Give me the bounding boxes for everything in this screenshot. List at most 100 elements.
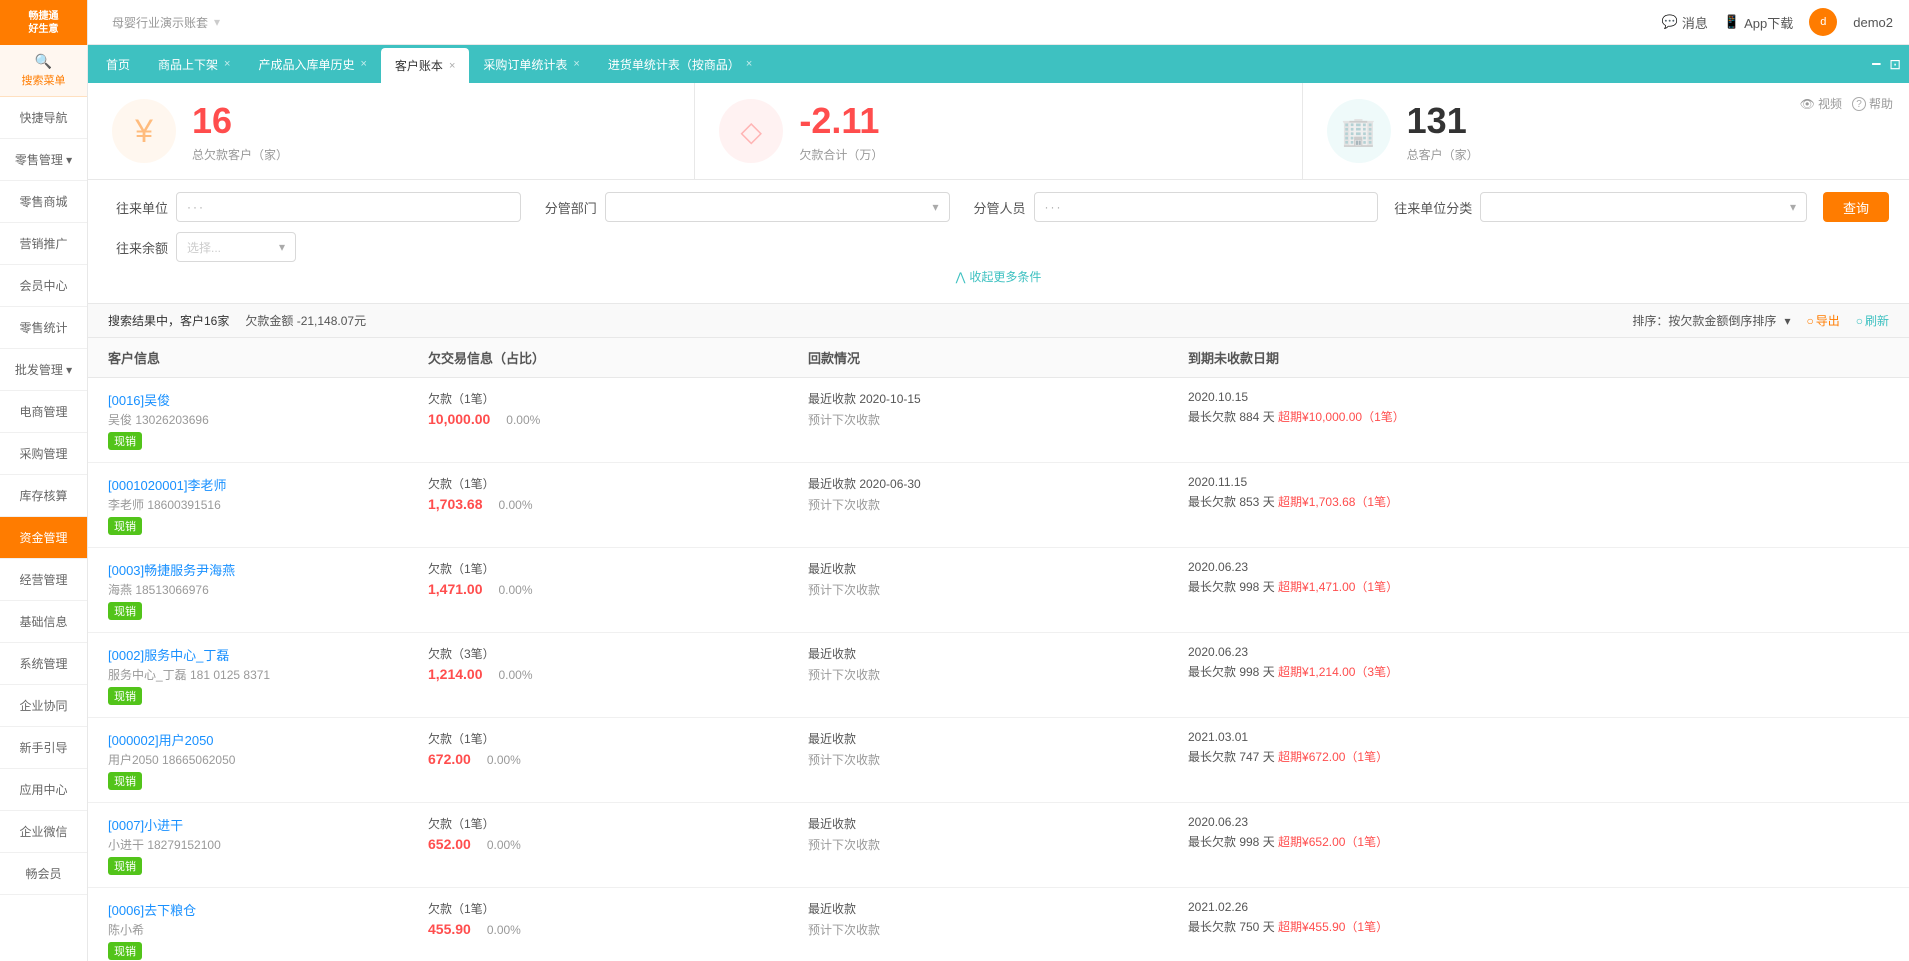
customer-name-link[interactable]: [000002]用户2050 bbox=[108, 730, 428, 749]
sidebar-item-operations[interactable]: 经营管理 bbox=[0, 559, 87, 601]
balance-label: 往来余额 bbox=[108, 238, 168, 257]
tab-home[interactable]: 首页 bbox=[92, 45, 144, 83]
sidebar-item-ecommerce[interactable]: 电商管理 bbox=[0, 391, 87, 433]
overdue-link[interactable]: 超期¥652.00（1笔） bbox=[1278, 835, 1388, 849]
overdue-link[interactable]: 超期¥455.90（1笔） bbox=[1278, 920, 1388, 934]
debt-info-cell: 欠款（1笔） 10,000.00 0.00% bbox=[428, 390, 808, 427]
debt-amount: 1,214.00 bbox=[428, 666, 483, 682]
close-icon[interactable]: × bbox=[573, 58, 579, 70]
customer-sub: 海燕 18513066976 bbox=[108, 581, 428, 598]
sidebar-item-quick[interactable]: 快捷导航 bbox=[0, 97, 87, 139]
app-download-button[interactable]: 📱 App下载 bbox=[1724, 13, 1793, 32]
sidebar-item-newbie[interactable]: 新手引导 bbox=[0, 727, 87, 769]
export-button[interactable]: ○ 导出 bbox=[1806, 312, 1839, 329]
sidebar-item-purchase[interactable]: 采购管理 bbox=[0, 433, 87, 475]
overdue-days: 最长欠款 747 天 bbox=[1188, 750, 1275, 764]
collapse-button[interactable]: ⋀ 收起更多条件 bbox=[108, 262, 1889, 291]
filter-row-2: 往来余额 选择... ▾ bbox=[108, 232, 1889, 262]
debt-amount-label: 欠款合计（万） bbox=[799, 146, 883, 163]
overdue-link[interactable]: 超期¥10,000.00（1笔） bbox=[1278, 410, 1405, 424]
customer-sub: 小进干 18279152100 bbox=[108, 836, 428, 853]
sidebar-item-marketing[interactable]: 营销推广 bbox=[0, 223, 87, 265]
window-maximize-icon[interactable]: ⊡ bbox=[1889, 56, 1901, 73]
sidebar-item-member[interactable]: 会员中心 bbox=[0, 265, 87, 307]
tab-customer-account[interactable]: 客户账本 × bbox=[381, 48, 469, 83]
sidebar-item-wechat[interactable]: 企业微信 bbox=[0, 811, 87, 853]
recovery-cell: 最近收款 预计下次收款 bbox=[808, 560, 1188, 598]
sort-arrow-icon: ▾ bbox=[1784, 314, 1790, 328]
sidebar-item-enterprise[interactable]: 企业协同 bbox=[0, 685, 87, 727]
sidebar-item-system[interactable]: 系统管理 bbox=[0, 643, 87, 685]
sidebar-item-retail-mgmt[interactable]: 零售管理 ▾ bbox=[0, 139, 87, 181]
sidebar-item-label: 资金管理 bbox=[6, 529, 81, 546]
stats-row: ¥ 16 总欠款客户（家） ◇ -2.11 欠款合计（万） 🏢 bbox=[88, 83, 1909, 180]
sidebar-item-member-plus[interactable]: 畅会员 bbox=[0, 853, 87, 895]
tab-production[interactable]: 产成品入库单历史 × bbox=[244, 45, 380, 83]
close-icon[interactable]: × bbox=[449, 60, 455, 72]
video-help-button[interactable]: 👁 视频 bbox=[1800, 95, 1842, 112]
sidebar-item-label: 采购管理 bbox=[6, 445, 81, 462]
overdue-link[interactable]: 超期¥672.00（1笔） bbox=[1278, 750, 1388, 764]
table-row: [0002]服务中心_丁磊 服务中心_丁磊 181 0125 8371 现销 欠… bbox=[88, 633, 1909, 718]
overdue-link[interactable]: 超期¥1,703.68（1笔） bbox=[1278, 495, 1398, 509]
tab-purchase-orders-label: 采购订单统计表 bbox=[483, 56, 567, 73]
close-icon[interactable]: × bbox=[360, 58, 366, 70]
tab-purchase-orders[interactable]: 采购订单统计表 × bbox=[469, 45, 593, 83]
avatar[interactable]: d bbox=[1809, 8, 1837, 36]
table-row: [0001020001]李老师 李老师 18600391516 现销 欠款（1笔… bbox=[88, 463, 1909, 548]
username: demo2 bbox=[1853, 15, 1893, 30]
sidebar-item-warehouse[interactable]: 库存核算 bbox=[0, 475, 87, 517]
customer-tag: 现销 bbox=[108, 602, 142, 620]
overdue-link[interactable]: 超期¥1,214.00（3笔） bbox=[1278, 665, 1398, 679]
close-icon[interactable]: × bbox=[224, 58, 230, 70]
close-icon[interactable]: × bbox=[746, 58, 752, 70]
customer-name-link[interactable]: [0007]小进干 bbox=[108, 815, 428, 834]
result-info-row: 搜索结果中，客户16家 欠款金额 -21,148.07元 排序：按欠款金额倒序排… bbox=[88, 304, 1909, 338]
sidebar-item-label: 会员中心 bbox=[6, 277, 81, 294]
customer-name-link[interactable]: [0003]畅捷服务尹海燕 bbox=[108, 560, 428, 579]
customer-name-link[interactable]: [0001020001]李老师 bbox=[108, 475, 428, 494]
tabs-bar: 首页 商品上下架 × 产成品入库单历史 × 客户账本 × 采购订单统计表 × 进… bbox=[88, 45, 1909, 83]
sort-select[interactable]: 排序：按欠款金额倒序排序 ▾ bbox=[1632, 312, 1790, 329]
sidebar-item-finance[interactable]: 资金管理 bbox=[0, 517, 87, 559]
customer-tag: 现销 bbox=[108, 517, 142, 535]
sidebar-item-label: 新手引导 bbox=[6, 739, 81, 756]
due-date-cell: 2021.02.26 最长欠款 750 天 超期¥455.90（1笔） bbox=[1188, 900, 1889, 935]
due-date-cell: 2020.06.23 最长欠款 998 天 超期¥1,214.00（3笔） bbox=[1188, 645, 1889, 680]
sidebar-item-label: 企业微信 bbox=[6, 823, 81, 840]
search-menu-button[interactable]: 🔍 搜索菜单 bbox=[0, 45, 87, 97]
sidebar-item-basic-info[interactable]: 基础信息 bbox=[0, 601, 87, 643]
debt-amount: 652.00 bbox=[428, 836, 471, 852]
customer-name-link[interactable]: [0016]吴俊 bbox=[108, 390, 428, 409]
customer-tag: 现销 bbox=[108, 857, 142, 875]
dept-input[interactable]: ▾ bbox=[605, 192, 950, 222]
tab-purchase-stats[interactable]: 进货单统计表（按商品） × bbox=[594, 45, 766, 83]
sidebar-item-retail-stats[interactable]: 零售统计 bbox=[0, 307, 87, 349]
window-minimize-icon[interactable]: 🗕 bbox=[1871, 52, 1881, 76]
sidebar-item-label: 快捷导航 bbox=[6, 109, 81, 126]
sidebar-item-app-center[interactable]: 应用中心 bbox=[0, 769, 87, 811]
unit-type-input[interactable]: ▾ bbox=[1480, 192, 1807, 222]
question-icon: ? bbox=[1852, 97, 1866, 111]
help-button[interactable]: ? 帮助 bbox=[1852, 95, 1893, 112]
overdue-link[interactable]: 超期¥1,471.00（1笔） bbox=[1278, 580, 1398, 594]
query-button[interactable]: 查询 bbox=[1823, 192, 1889, 222]
tab-products[interactable]: 商品上下架 × bbox=[144, 45, 244, 83]
refresh-icon: ○ bbox=[1856, 314, 1863, 328]
stat-debt-customers: ¥ 16 总欠款客户（家） bbox=[88, 83, 695, 179]
person-input[interactable]: ··· bbox=[1034, 192, 1379, 222]
customer-sub: 用户2050 18665062050 bbox=[108, 751, 428, 768]
sidebar-item-batch-mgmt[interactable]: 批发管理 ▾ bbox=[0, 349, 87, 391]
source-unit-input[interactable]: ··· bbox=[176, 192, 521, 222]
refresh-button[interactable]: ○ 刷新 bbox=[1856, 312, 1889, 329]
message-label: 消息 bbox=[1682, 13, 1708, 32]
table-header: 客户信息 欠交易信息（占比） 回款情况 到期未收款日期 bbox=[88, 338, 1909, 378]
balance-select[interactable]: 选择... ▾ bbox=[176, 232, 296, 262]
filter-person: 分管人员 ··· bbox=[966, 192, 1379, 222]
customer-name-link[interactable]: [0002]服务中心_丁磊 bbox=[108, 645, 428, 664]
due-date: 2020.06.23 bbox=[1188, 815, 1889, 829]
sidebar-item-retail-mall[interactable]: 零售商城 bbox=[0, 181, 87, 223]
message-button[interactable]: 💬 消息 bbox=[1662, 13, 1708, 32]
sidebar-item-label: 畅会员 bbox=[6, 865, 81, 882]
customer-name-link[interactable]: [0006]去下粮仓 bbox=[108, 900, 428, 919]
